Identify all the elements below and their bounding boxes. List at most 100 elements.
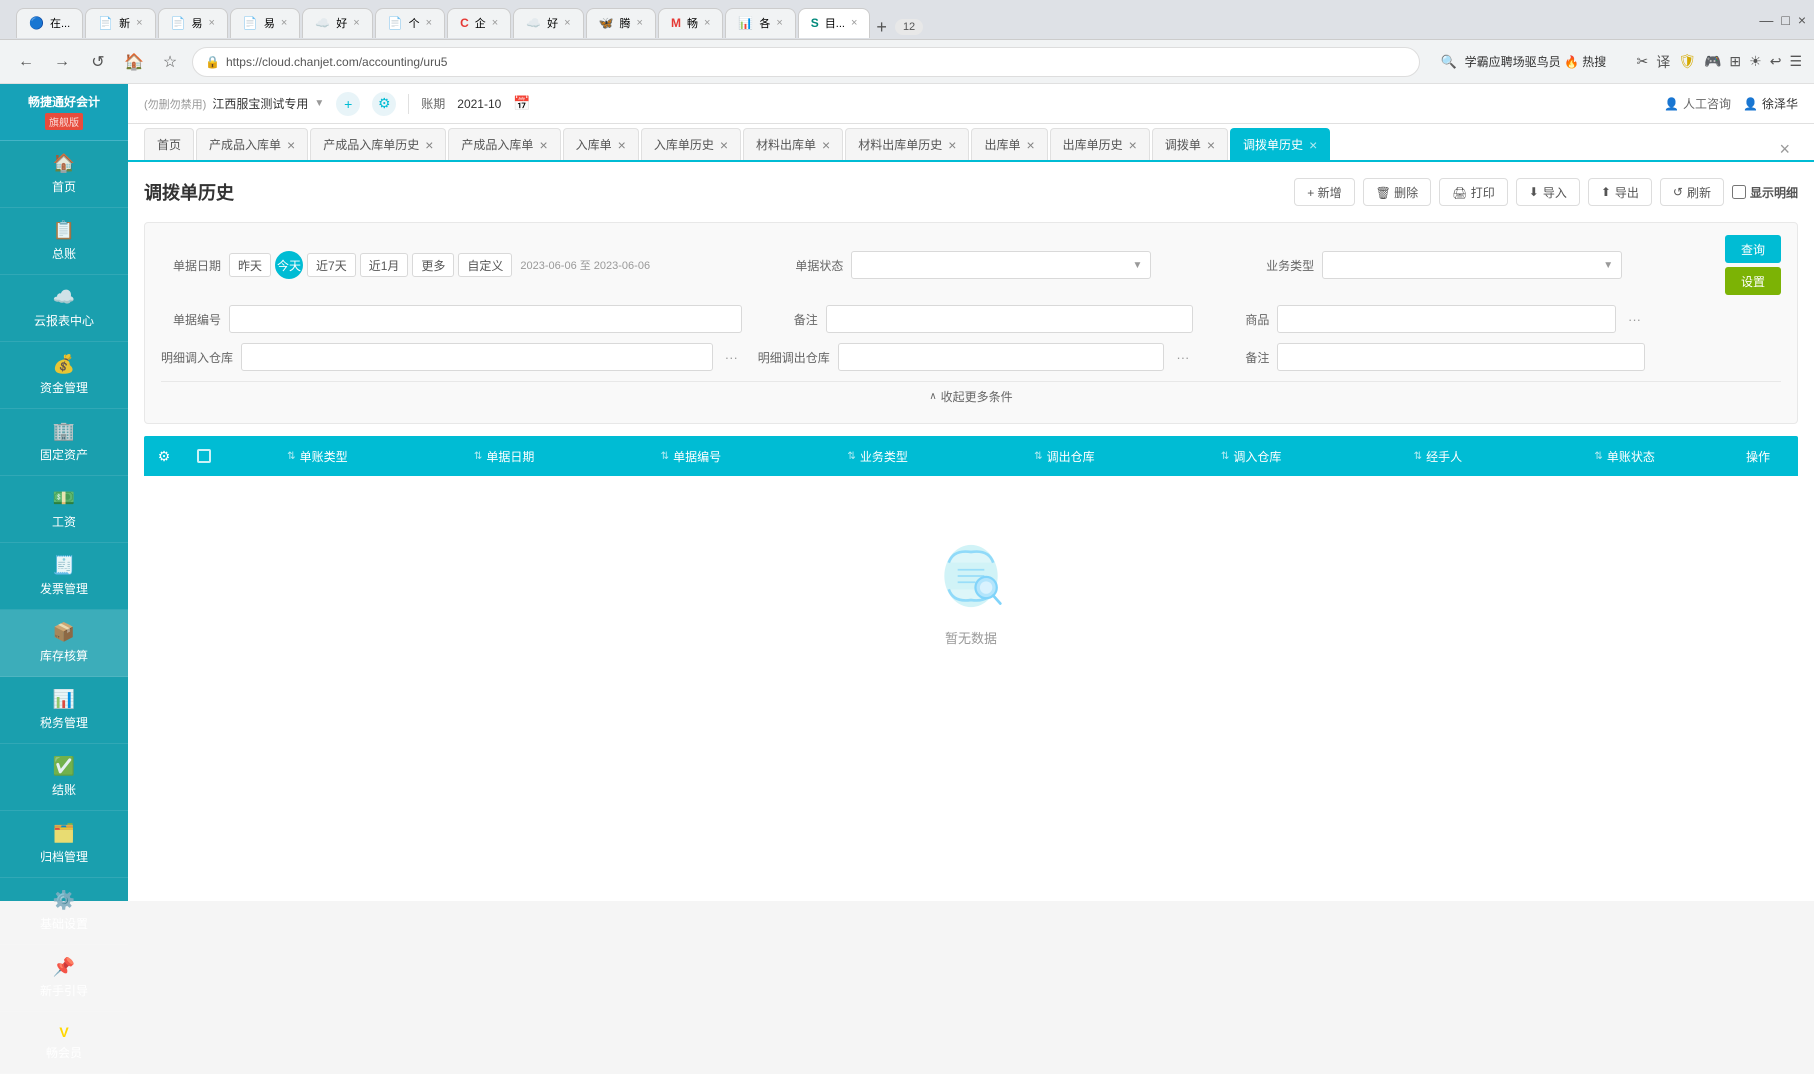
1month-button[interactable]: 近1月	[360, 253, 409, 277]
delete-button[interactable]: 🗑 删除	[1363, 178, 1432, 206]
browser-tab-4[interactable]: 📄 易 ×	[230, 8, 300, 38]
remark-input[interactable]	[826, 305, 1194, 333]
browser-tab-1[interactable]: 🔵 在...	[16, 8, 83, 38]
sidebar-item-inventory[interactable]: 📦 库存核算	[0, 610, 128, 677]
sort-icon-in-wh[interactable]: ⇅	[1221, 451, 1229, 462]
refresh-button[interactable]: ↺ 刷新	[1660, 178, 1724, 206]
tab-out-order-close[interactable]: ×	[1026, 137, 1034, 153]
sidebar-item-archive[interactable]: 🗂️ 归档管理	[0, 811, 128, 878]
company-selector[interactable]: (勿删勿禁用) 江西服宝测试专用 ▼	[144, 95, 324, 112]
tab-out-history[interactable]: 出库单历史 ×	[1050, 128, 1150, 160]
export-button[interactable]: ⬆ 导出	[1588, 178, 1652, 206]
sort-icon-out-wh[interactable]: ⇅	[1034, 451, 1042, 462]
tab-out-history-close[interactable]: ×	[1129, 137, 1137, 153]
bookmark-button[interactable]: ☆	[156, 48, 184, 76]
extension-icon-2[interactable]: 🎮	[1704, 53, 1721, 70]
detail-out-wh-ellipsis[interactable]: ···	[1172, 350, 1193, 365]
sidebar-item-salary[interactable]: 💵 工资	[0, 476, 128, 543]
tab-transfer-history[interactable]: 调拨单历史 ×	[1230, 128, 1330, 160]
goods-ellipsis-button[interactable]: ···	[1624, 312, 1645, 327]
th-checkbox[interactable]	[184, 449, 224, 463]
browser-tab-12[interactable]: S 目... ×	[798, 8, 871, 38]
company-settings-button[interactable]: ⚙	[372, 92, 396, 116]
sort-icon-handler[interactable]: ⇅	[1414, 451, 1422, 462]
tab-material-out-close[interactable]: ×	[822, 137, 830, 153]
tab-product-in-close[interactable]: ×	[287, 137, 295, 153]
add-company-button[interactable]: +	[336, 92, 360, 116]
sort-icon-type[interactable]: ⇅	[287, 451, 295, 462]
detail-out-wh-input[interactable]	[838, 343, 1165, 371]
detail-in-wh-input[interactable]	[241, 343, 713, 371]
sidebar-item-cloud-report[interactable]: ☁️ 云报表中心	[0, 275, 128, 342]
collapse-button[interactable]: ∧ 收起更多条件	[161, 381, 1781, 411]
sidebar-item-tax[interactable]: 📊 税务管理	[0, 677, 128, 744]
browser-tab-11[interactable]: 📊 各 ×	[725, 8, 795, 38]
import-button[interactable]: ⬇ 导入	[1516, 178, 1580, 206]
forward-button[interactable]: →	[48, 48, 76, 76]
sidebar-item-fixed-assets[interactable]: 🏢 固定资产	[0, 409, 128, 476]
translate-icon[interactable]: 译	[1656, 52, 1670, 72]
browser-tab-3[interactable]: 📄 易 ×	[158, 8, 228, 38]
sidebar-item-invoice[interactable]: 🧾 发票管理	[0, 543, 128, 610]
tab-in-order[interactable]: 入库单 ×	[563, 128, 639, 160]
close-button[interactable]: ×	[1798, 12, 1806, 28]
tab-in-order-close[interactable]: ×	[618, 137, 626, 153]
biz-type-select[interactable]: ▼	[1322, 251, 1622, 279]
tab-product-in-2-close[interactable]: ×	[539, 137, 547, 153]
show-all-toggle[interactable]: 显示明细	[1732, 184, 1798, 201]
browser-tab-5[interactable]: ☁️ 好 ×	[302, 8, 372, 38]
tab-transfer[interactable]: 调拨单 ×	[1152, 128, 1228, 160]
header-checkbox[interactable]	[197, 449, 211, 463]
tab-product-in-history[interactable]: 产成品入库单历史 ×	[310, 128, 446, 160]
tab-product-in-2[interactable]: 产成品入库单 ×	[448, 128, 560, 160]
browser-tab-7[interactable]: C 企 ×	[447, 8, 511, 38]
reload-button[interactable]: ↺	[84, 48, 112, 76]
browser-tab-8[interactable]: ☁️ 好 ×	[513, 8, 583, 38]
apps-icon[interactable]: ⊞	[1729, 53, 1741, 70]
calendar-icon[interactable]: 📅	[513, 95, 530, 112]
sidebar-item-settings[interactable]: ⚙️ 基础设置	[0, 878, 128, 945]
sidebar-item-home[interactable]: 🏠 首页	[0, 141, 128, 208]
today-button[interactable]: 今天	[275, 251, 303, 279]
custom-button[interactable]: 自定义	[458, 253, 512, 277]
more-button[interactable]: 更多	[412, 253, 454, 277]
browser-tab-9[interactable]: 🦋 腾 ×	[586, 8, 656, 38]
sort-icon-biz-type[interactable]: ⇅	[847, 451, 855, 462]
note-input[interactable]	[1277, 343, 1645, 371]
new-tab-button[interactable]: +	[876, 17, 887, 38]
browser-tab-2[interactable]: 📄 新 ×	[85, 8, 155, 38]
sidebar-item-member[interactable]: V 畅会员	[0, 1012, 128, 1074]
sidebar-item-funds[interactable]: 💰 资金管理	[0, 342, 128, 409]
settings-button[interactable]: 设置	[1725, 267, 1781, 295]
user-profile-btn[interactable]: 👤 徐泽华	[1743, 95, 1798, 112]
number-input[interactable]	[229, 305, 742, 333]
sidebar-item-close[interactable]: ✅ 结账	[0, 744, 128, 811]
browser-tab-10[interactable]: M 畅 ×	[658, 8, 723, 38]
menu-icon[interactable]: ☰	[1789, 53, 1802, 70]
sidebar-item-ledger[interactable]: 📋 总账	[0, 208, 128, 275]
extension-icon-1[interactable]: 🛡	[1678, 53, 1696, 70]
back-button[interactable]: ←	[12, 48, 40, 76]
tab-product-in-history-close[interactable]: ×	[425, 137, 433, 153]
tab-product-in[interactable]: 产成品入库单 ×	[196, 128, 308, 160]
undo-icon[interactable]: ↩	[1770, 53, 1782, 70]
address-bar[interactable]: 🔒 https://cloud.chanjet.com/accounting/u…	[192, 47, 1420, 77]
goods-input[interactable]	[1277, 305, 1616, 333]
sidebar-item-guide[interactable]: 📌 新手引导	[0, 945, 128, 1012]
tab-in-history-close[interactable]: ×	[720, 137, 728, 153]
browser-tab-6[interactable]: 📄 个 ×	[375, 8, 445, 38]
new-button[interactable]: + 新增	[1294, 178, 1354, 206]
tab-home[interactable]: 首页	[144, 128, 194, 160]
status-select[interactable]: ▼	[851, 251, 1151, 279]
tab-out-order[interactable]: 出库单 ×	[971, 128, 1047, 160]
show-all-checkbox[interactable]	[1732, 185, 1746, 199]
sort-icon-status[interactable]: ⇅	[1594, 451, 1602, 462]
user-service-btn[interactable]: 👤 人工咨询	[1664, 95, 1731, 112]
home-button[interactable]: 🏠	[120, 48, 148, 76]
sort-icon-number[interactable]: ⇅	[661, 451, 669, 462]
close-all-tabs-button[interactable]: ×	[1771, 139, 1798, 160]
yesterday-button[interactable]: 昨天	[229, 253, 271, 277]
tab-material-out-history-close[interactable]: ×	[948, 137, 956, 153]
minimize-button[interactable]: —	[1759, 12, 1773, 28]
th-settings[interactable]: ⚙	[144, 448, 184, 465]
